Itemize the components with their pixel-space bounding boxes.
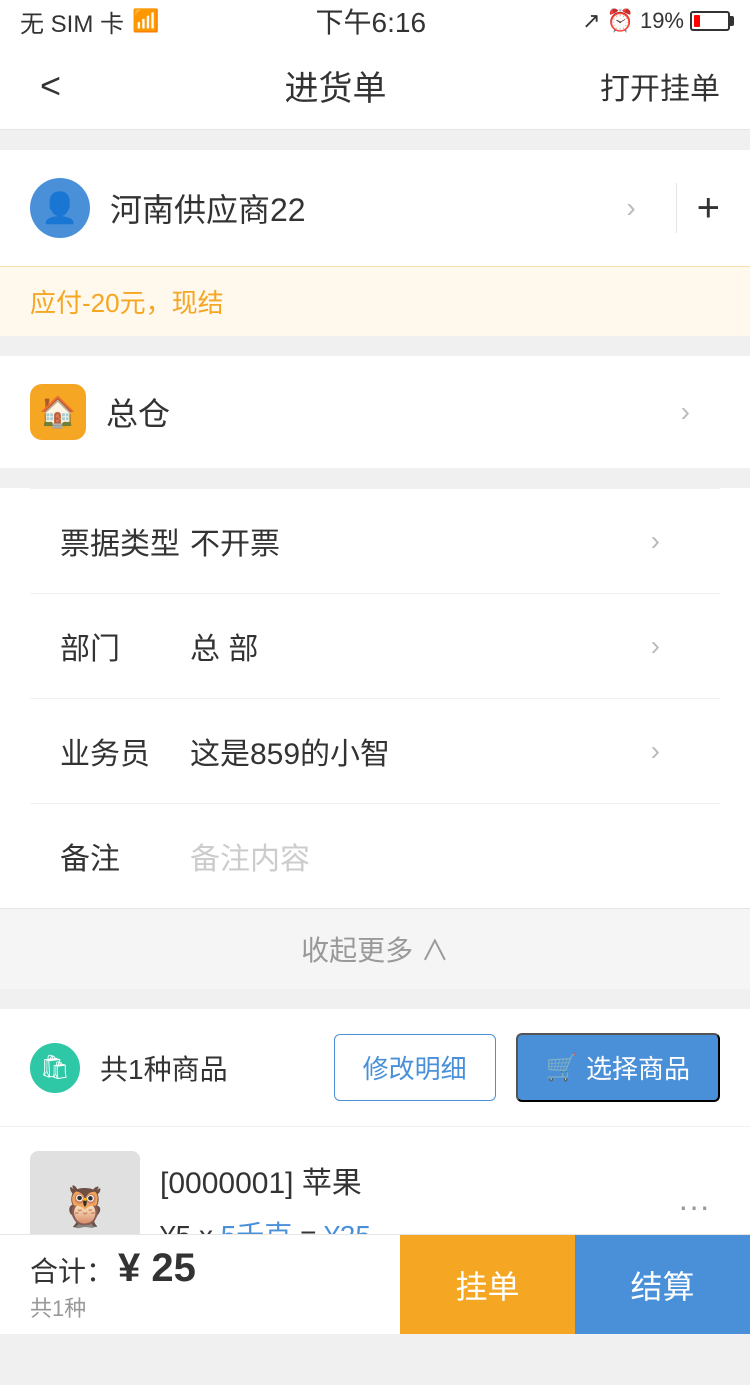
status-time: 下午6:16 bbox=[316, 1, 427, 41]
total-label: 合计： bbox=[30, 1250, 114, 1290]
dept-row[interactable]: 部门 总 部 › bbox=[30, 593, 720, 698]
dept-label: 部门 bbox=[60, 624, 190, 668]
open-hang-button[interactable]: 打开挂单 bbox=[600, 64, 720, 108]
warehouse-chevron-icon: › bbox=[681, 396, 690, 428]
sales-value: 这是859的小智 bbox=[190, 729, 651, 773]
dept-chevron-icon: › bbox=[651, 630, 660, 662]
product-title: 苹果 bbox=[302, 1167, 362, 1200]
product-name: [0000001] 苹果 bbox=[160, 1158, 648, 1202]
invoice-row[interactable]: 票据类型 不开票 › bbox=[30, 488, 720, 593]
gap-1 bbox=[0, 130, 750, 150]
sales-label: 业务员 bbox=[60, 729, 190, 773]
dept-value: 总 部 bbox=[190, 624, 651, 668]
collapse-bar[interactable]: 收起更多 ∧ bbox=[0, 908, 750, 989]
remark-input[interactable]: 备注内容 bbox=[190, 834, 690, 878]
carrier-text: 无 SIM 卡 bbox=[20, 4, 124, 39]
select-product-button[interactable]: 🛒 选择商品 bbox=[516, 1033, 720, 1102]
avatar-icon: 👤 bbox=[41, 191, 78, 226]
status-left: 无 SIM 卡 📶 bbox=[20, 4, 159, 39]
supplier-chevron-icon: › bbox=[626, 192, 635, 224]
invoice-value: 不开票 bbox=[190, 519, 651, 563]
product-count-text: 共1种商品 bbox=[100, 1048, 314, 1088]
supplier-name: 河南供应商22 bbox=[110, 185, 626, 231]
select-label: 选择商品 bbox=[586, 1049, 690, 1086]
gap-3 bbox=[0, 468, 750, 488]
divider bbox=[676, 183, 677, 233]
bottom-bar: 合计： ¥ 25 共1种 挂单 结算 bbox=[0, 1234, 750, 1334]
select-icon: 🛒 bbox=[546, 1052, 578, 1083]
status-bar: 无 SIM 卡 📶 下午6:16 ↗ ⏰ 19% bbox=[0, 0, 750, 42]
invoice-label: 票据类型 bbox=[60, 519, 190, 563]
battery-percent: 19% bbox=[640, 8, 684, 34]
house-icon: 🏠 bbox=[39, 395, 76, 430]
form-section: 票据类型 不开票 › 部门 总 部 › 业务员 这是859的小智 › 备注 备注… bbox=[0, 488, 750, 908]
nav-bar: < 进货单 打开挂单 bbox=[0, 42, 750, 130]
bag-icon: 🛍 bbox=[40, 1053, 70, 1082]
settle-button[interactable]: 结算 bbox=[575, 1235, 750, 1334]
remark-row[interactable]: 备注 备注内容 bbox=[30, 803, 720, 908]
product-code: [0000001] bbox=[160, 1167, 293, 1200]
battery-icon bbox=[690, 11, 730, 31]
supplier-row[interactable]: 👤 河南供应商22 › + bbox=[0, 150, 750, 266]
owl-icon: 🦉 bbox=[60, 1183, 110, 1230]
total-sub: 共1种 bbox=[30, 1291, 370, 1323]
location-icon: ↗ bbox=[582, 8, 600, 34]
supplier-avatar: 👤 bbox=[30, 178, 90, 238]
supplier-section: 👤 河南供应商22 › + 应付-20元，现结 bbox=[0, 150, 750, 336]
total-amount: ¥ 25 bbox=[118, 1246, 196, 1291]
hang-button[interactable]: 挂单 bbox=[400, 1235, 575, 1334]
sales-chevron-icon: › bbox=[651, 735, 660, 767]
status-right: ↗ ⏰ 19% bbox=[582, 8, 730, 34]
warehouse-row[interactable]: 🏠 总仓 › bbox=[0, 356, 750, 468]
warehouse-name: 总仓 bbox=[106, 389, 681, 435]
gap-2 bbox=[0, 336, 750, 356]
alarm-icon: ⏰ bbox=[607, 8, 634, 34]
battery-fill bbox=[694, 15, 700, 27]
product-count-icon: 🛍 bbox=[30, 1043, 80, 1093]
invoice-chevron-icon: › bbox=[651, 525, 660, 557]
product-header: 🛍 共1种商品 修改明细 🛒 选择商品 bbox=[0, 1009, 750, 1126]
gap-4 bbox=[0, 989, 750, 1009]
remark-label: 备注 bbox=[60, 834, 190, 878]
sales-row[interactable]: 业务员 这是859的小智 › bbox=[30, 698, 720, 803]
back-button[interactable]: < bbox=[30, 55, 71, 117]
notice-bar: 应付-20元，现结 bbox=[0, 266, 750, 336]
product-more-button[interactable]: ··· bbox=[668, 1178, 720, 1235]
total-section: 合计： ¥ 25 共1种 bbox=[0, 1235, 400, 1334]
add-button[interactable]: + bbox=[697, 186, 720, 231]
wifi-icon: 📶 bbox=[132, 8, 159, 34]
warehouse-icon: 🏠 bbox=[30, 384, 86, 440]
page-title: 进货单 bbox=[285, 61, 387, 110]
modify-detail-button[interactable]: 修改明细 bbox=[334, 1034, 496, 1101]
